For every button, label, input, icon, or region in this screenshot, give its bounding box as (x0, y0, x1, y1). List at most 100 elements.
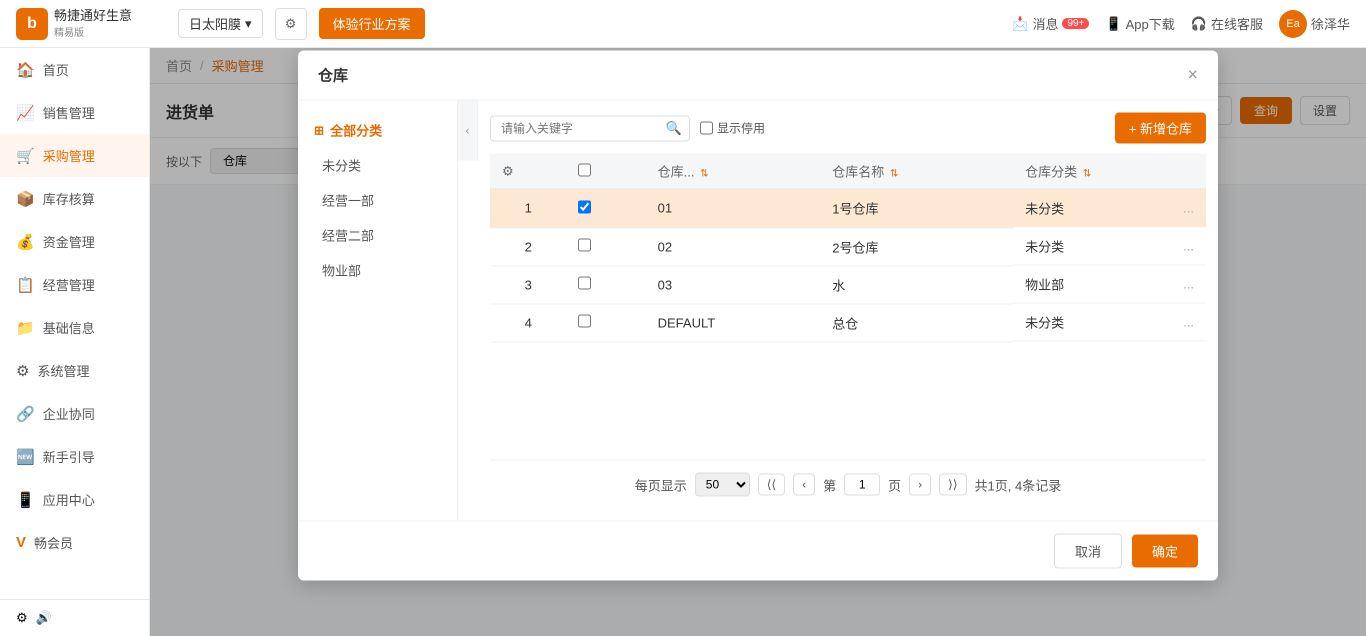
add-warehouse-button[interactable]: + 新增仓库 (1115, 113, 1206, 144)
row-category: 未分类... (1013, 228, 1206, 266)
sidebar-label-sales: 销售管理 (43, 103, 95, 122)
category-item-0[interactable]: 未分类 (298, 148, 457, 183)
modal-close-button[interactable]: × (1187, 65, 1198, 86)
row-action-dots[interactable]: ... (1183, 201, 1194, 216)
next-page-button[interactable]: › (909, 474, 931, 496)
show-disabled-checkbox[interactable] (700, 122, 713, 135)
search-icon[interactable]: 🔍 (666, 120, 682, 136)
category-item-1[interactable]: 经营一部 (298, 183, 457, 218)
store-name: 日太阳膜 (189, 14, 241, 33)
table-row[interactable]: 1 01 1号仓库 未分类... (490, 189, 1206, 228)
main-content: 首页 / 采购管理 进货单 🖨 打印 ▾ ⬆ 导出 ↺ 刷新 (150, 48, 1366, 636)
modal-body: ⊞ 全部分类 未分类 经营一部 经营二部 物业部 ‹ (298, 101, 1218, 521)
sort-icon-name: ⇅ (890, 169, 898, 180)
user-name: 徐泽华 (1311, 14, 1350, 33)
purchase-icon: 🛒 (16, 147, 35, 165)
settings-icon[interactable]: ⚙ (275, 8, 307, 40)
select-all-checkbox[interactable] (578, 163, 591, 176)
sidebar-item-home[interactable]: 🏠 首页 (0, 48, 149, 91)
row-checkbox (566, 189, 645, 228)
row-select-checkbox[interactable] (578, 200, 591, 213)
gear-col-icon[interactable]: ⚙ (502, 163, 514, 178)
notification-badge: 99+ (1062, 18, 1089, 29)
table-row[interactable]: 4 DEFAULT 总仓 未分类... (490, 304, 1206, 342)
first-page-button[interactable]: ⟨⟨ (758, 474, 785, 496)
logo-icon: b (16, 8, 48, 40)
notification-item[interactable]: 📩 消息 99+ (1012, 14, 1089, 33)
per-page-select[interactable]: 50 100 200 (695, 473, 750, 497)
col-category: 仓库分类 ⇅ (1013, 154, 1206, 190)
sidebar-item-guide[interactable]: 🆕 新手引导 (0, 435, 149, 478)
sidebar-item-app[interactable]: 📱 应用中心 (0, 478, 149, 521)
category-sidebar: ⊞ 全部分类 未分类 经营一部 经营二部 物业部 (298, 101, 458, 521)
sidebar-label-guide: 新手引导 (43, 447, 95, 466)
table-body: 1 01 1号仓库 未分类... 2 02 2号仓库 未分类... 3 03 水… (490, 189, 1206, 342)
sidebar-item-finance[interactable]: 💰 资金管理 (0, 220, 149, 263)
search-wrap: 🔍 (490, 115, 690, 141)
user-item[interactable]: Ea 徐泽华 (1279, 10, 1350, 38)
category-all[interactable]: ⊞ 全部分类 (298, 113, 457, 148)
table-row[interactable]: 3 03 水 物业部... (490, 266, 1206, 304)
sidebar-item-basic-info[interactable]: 📁 基础信息 (0, 306, 149, 349)
sidebar-item-enterprise[interactable]: 🔗 企业协同 (0, 392, 149, 435)
show-disabled-toggle[interactable]: 显示停用 (700, 120, 765, 137)
enterprise-icon: 🔗 (16, 405, 35, 423)
row-action-dots[interactable]: ... (1183, 239, 1194, 254)
search-input[interactable] (490, 115, 690, 141)
sidebar-item-purchase[interactable]: 🛒 采购管理 (0, 134, 149, 177)
cancel-button[interactable]: 取消 (1054, 534, 1122, 569)
sidebar-label-purchase: 采购管理 (43, 146, 95, 165)
col-name: 仓库名称 ⇅ (820, 154, 1013, 190)
category-item-3[interactable]: 物业部 (298, 253, 457, 288)
row-num: 3 (490, 266, 566, 304)
sidebar-item-member[interactable]: V 畅会员 (0, 521, 149, 564)
sidebar-label-system: 系统管理 (37, 361, 89, 380)
row-select-checkbox[interactable] (578, 315, 591, 328)
home-icon: 🏠 (16, 61, 35, 79)
logo-area: b 畅捷通好生意 精易版 (16, 8, 166, 40)
row-name: 1号仓库 (820, 189, 1013, 228)
sidebar-bottom[interactable]: ⚙ 🔊 (0, 599, 149, 636)
warehouse-table: ⚙ 仓库... ⇅ 仓库名称 (490, 154, 1206, 343)
last-page-button[interactable]: ⟩⟩ (939, 474, 966, 496)
row-select-checkbox[interactable] (578, 277, 591, 290)
prev-page-button[interactable]: ‹ (793, 474, 815, 496)
pagination: 每页显示 50 100 200 ⟨⟨ ‹ 第 页 › ⟩⟩ 共1页, (490, 460, 1206, 509)
avatar: Ea (1279, 10, 1307, 38)
operations-icon: 📋 (16, 276, 35, 294)
store-selector[interactable]: 日太阳膜 ▾ (178, 9, 263, 38)
col-code: 仓库... ⇅ (646, 154, 821, 190)
speaker-icon: 🔊 (36, 610, 52, 626)
table-row[interactable]: 2 02 2号仓库 未分类... (490, 228, 1206, 266)
main-layout: 🏠 首页 📈 销售管理 🛒 采购管理 📦 库存核算 💰 资金管理 📋 经营管理 … (0, 48, 1366, 636)
try-industry-button[interactable]: 体验行业方案 (319, 8, 425, 39)
sidebar-item-operations[interactable]: 📋 经营管理 (0, 263, 149, 306)
row-code: 01 (646, 189, 821, 228)
confirm-button[interactable]: 确定 (1132, 535, 1198, 568)
row-action-dots[interactable]: ... (1183, 315, 1194, 330)
top-header: b 畅捷通好生意 精易版 日太阳膜 ▾ ⚙ 体验行业方案 📩 消息 99+ 📱 … (0, 0, 1366, 48)
category-item-2[interactable]: 经营二部 (298, 218, 457, 253)
inventory-icon: 📦 (16, 190, 35, 208)
online-service-item[interactable]: 🎧 在线客服 (1191, 14, 1263, 33)
sidebar-label-app: 应用中心 (43, 490, 95, 509)
row-code: 03 (646, 266, 821, 304)
row-code: 02 (646, 228, 821, 266)
sidebar-item-system[interactable]: ⚙ 系统管理 (0, 349, 149, 392)
warehouse-modal: 仓库 × ⊞ 全部分类 未分类 经营一部 经营二部 物业部 (298, 51, 1218, 581)
sidebar-item-sales[interactable]: 📈 销售管理 (0, 91, 149, 134)
show-disabled-label: 显示停用 (717, 120, 765, 137)
sidebar-label-operations: 经营管理 (43, 275, 95, 294)
sales-icon: 📈 (16, 104, 35, 122)
page-input[interactable] (844, 474, 880, 496)
collapse-sidebar-button[interactable]: ‹ (458, 101, 478, 161)
app-download-item[interactable]: 📱 App下载 (1105, 14, 1174, 33)
settings-bottom-icon: ⚙ (16, 610, 28, 626)
row-action-dots[interactable]: ... (1183, 277, 1194, 292)
sidebar-item-inventory[interactable]: 📦 库存核算 (0, 177, 149, 220)
row-name: 2号仓库 (820, 228, 1013, 266)
row-select-checkbox[interactable] (578, 239, 591, 252)
row-checkbox (566, 304, 645, 342)
logo-sub: 精易版 (54, 24, 132, 39)
table-area: 🔍 显示停用 + 新增仓库 ⚙ (478, 101, 1218, 521)
